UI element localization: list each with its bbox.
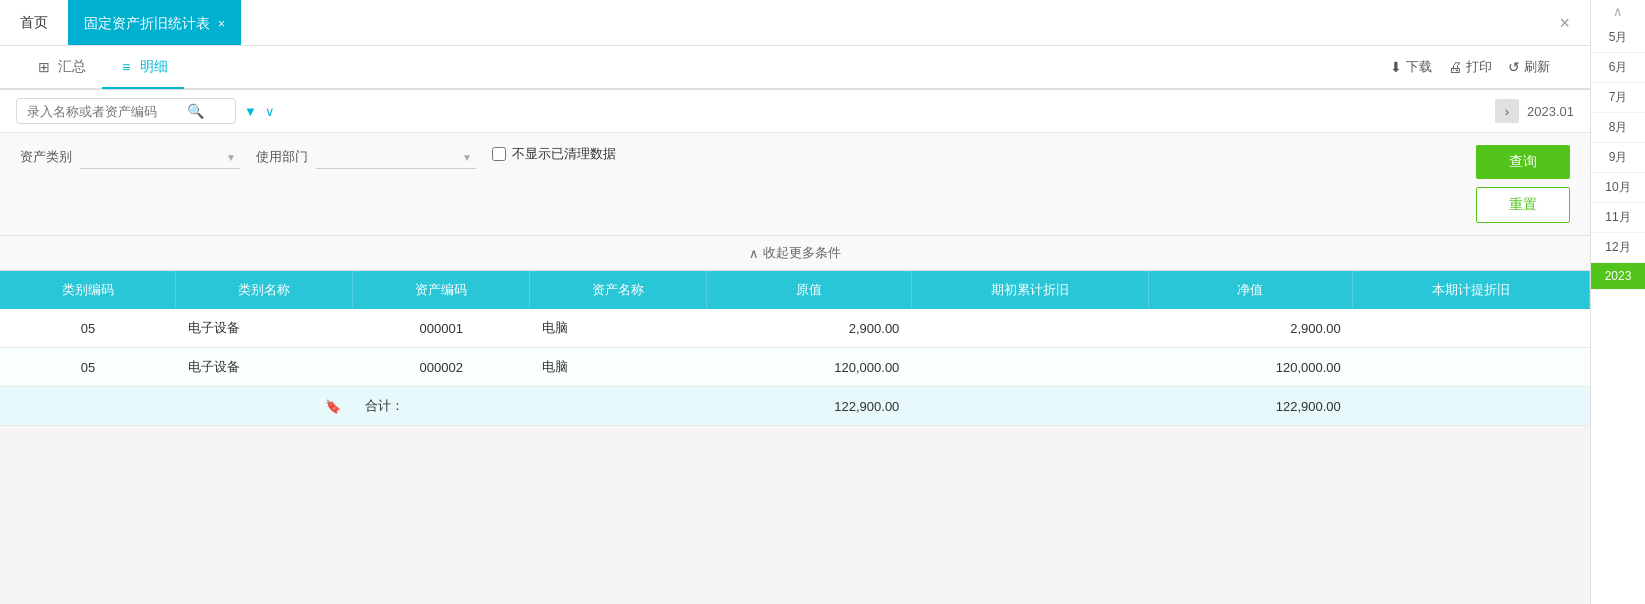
filter-icon: ▼: [244, 104, 257, 119]
total-icon-cell: 🔖: [0, 387, 353, 426]
tab-summary-label: 汇总: [58, 58, 86, 76]
top-nav: 首页 固定资产折旧统计表 × ×: [0, 0, 1590, 46]
download-label: 下载: [1406, 58, 1432, 76]
no-cleared-label: 不显示已清理数据: [512, 145, 616, 163]
summary-icon: ⊞: [36, 59, 52, 75]
sidebar-month-10[interactable]: 10月: [1591, 173, 1645, 203]
department-select[interactable]: [316, 145, 476, 169]
nav-tab-depreciation[interactable]: 固定资产折旧统计表 ×: [68, 0, 241, 45]
no-cleared-group: 不显示已清理数据: [492, 145, 616, 163]
sidebar-month-6[interactable]: 6月: [1591, 53, 1645, 83]
cell-net-1: 2,900.00: [1148, 309, 1353, 348]
right-sidebar: ∧ 5月 6月 7月 8月 9月 10月 11月 12月 2023: [1590, 0, 1645, 604]
col-header-net: 净值: [1148, 271, 1353, 309]
col-header-asset-name: 资产名称: [530, 271, 707, 309]
chevron-down-icon: ∨: [265, 104, 275, 119]
department-filter: 使用部门: [256, 145, 476, 169]
cell-asset-code-2: 000002: [353, 348, 530, 387]
sidebar-month-8[interactable]: 8月: [1591, 113, 1645, 143]
cell-code-1: 05: [0, 309, 176, 348]
sidebar-year-2023[interactable]: 2023: [1591, 263, 1645, 290]
toolbar-right: ⬇ 下载 🖨 打印 ↺ 刷新: [1390, 58, 1570, 76]
refresh-button[interactable]: ↺ 刷新: [1508, 58, 1550, 76]
no-cleared-checkbox[interactable]: [492, 147, 506, 161]
nav-home[interactable]: 首页: [0, 0, 68, 45]
reset-button[interactable]: 重置: [1476, 187, 1570, 223]
depreciation-table: 类别编码 类别名称 资产编码 资产名称 原值 期初累计折旧 净值 本期计提折旧 …: [0, 271, 1590, 426]
asset-type-label: 资产类别: [20, 148, 72, 166]
cell-current-2: [1353, 348, 1590, 387]
sidebar-month-7[interactable]: 7月: [1591, 83, 1645, 113]
table-header-row: 类别编码 类别名称 资产编码 资产名称 原值 期初累计折旧 净值 本期计提折旧: [0, 271, 1590, 309]
col-header-original: 原值: [707, 271, 912, 309]
print-button[interactable]: 🖨 打印: [1448, 58, 1492, 76]
table-row: 05 电子设备 000002 电脑 120,000.00 120,000.00: [0, 348, 1590, 387]
asset-type-filter: 资产类别: [20, 145, 240, 169]
search-icon: 🔍: [187, 103, 204, 119]
cell-accumulated-2: [911, 348, 1148, 387]
nav-tab-label: 固定资产折旧统计表: [84, 15, 210, 33]
filter-buttons: 查询 重置: [1476, 145, 1570, 223]
download-icon: ⬇: [1390, 59, 1402, 75]
col-header-code: 类别编码: [0, 271, 176, 309]
total-current: [1353, 387, 1590, 426]
print-icon: 🖨: [1448, 59, 1462, 75]
search-input-wrap: 🔍: [16, 98, 236, 124]
sidebar-month-12[interactable]: 12月: [1591, 233, 1645, 263]
cell-asset-name-1: 电脑: [530, 309, 707, 348]
refresh-label: 刷新: [1524, 58, 1550, 76]
cell-original-2: 120,000.00: [707, 348, 912, 387]
collapse-label: 收起更多条件: [763, 244, 841, 262]
sec-tabs-bar: ⊞ 汇总 ≡ 明细 ⬇ 下载 🖨 打印 ↺ 刷新: [0, 46, 1590, 90]
total-icon: 🔖: [325, 399, 341, 414]
sidebar-month-11[interactable]: 11月: [1591, 203, 1645, 233]
cell-code-2: 05: [0, 348, 176, 387]
total-original: 122,900.00: [707, 387, 912, 426]
refresh-icon: ↺: [1508, 59, 1520, 75]
tab-detail[interactable]: ≡ 明细: [102, 47, 184, 89]
nav-tab-close-icon[interactable]: ×: [218, 17, 225, 31]
sidebar-month-9[interactable]: 9月: [1591, 143, 1645, 173]
asset-type-select-wrap: [80, 145, 240, 169]
filter-panel: 资产类别 使用部门 不显示已清理数据 查询 重置: [0, 133, 1590, 236]
expand-button[interactable]: ›: [1495, 99, 1519, 123]
cell-asset-code-1: 000001: [353, 309, 530, 348]
collapse-bar[interactable]: ∧ 收起更多条件: [0, 236, 1590, 271]
search-bar: 🔍 ▼ ∨ › 2023.01: [0, 90, 1590, 133]
total-label: 合计：: [353, 387, 707, 426]
table-row: 05 电子设备 000001 电脑 2,900.00 2,900.00: [0, 309, 1590, 348]
tab-summary[interactable]: ⊞ 汇总: [20, 47, 102, 89]
cell-asset-name-2: 电脑: [530, 348, 707, 387]
sidebar-scroll-up[interactable]: ∧: [1613, 0, 1623, 23]
collapse-up-icon: ∧: [749, 246, 759, 261]
tab-detail-label: 明细: [140, 58, 168, 76]
search-input[interactable]: [27, 104, 187, 119]
download-button[interactable]: ⬇ 下载: [1390, 58, 1432, 76]
table-total-row: 🔖 合计： 122,900.00 122,900.00: [0, 387, 1590, 426]
print-label: 打印: [1466, 58, 1492, 76]
cell-net-2: 120,000.00: [1148, 348, 1353, 387]
sidebar-month-5[interactable]: 5月: [1591, 23, 1645, 53]
main-content: 首页 固定资产折旧统计表 × × ⊞ 汇总 ≡ 明细 ⬇ 下载 🖨 打印 ↺: [0, 0, 1590, 426]
table-wrap: 类别编码 类别名称 资产编码 资产名称 原值 期初累计折旧 净值 本期计提折旧 …: [0, 271, 1590, 426]
cell-original-1: 2,900.00: [707, 309, 912, 348]
department-label: 使用部门: [256, 148, 308, 166]
col-header-category: 类别名称: [176, 271, 353, 309]
col-header-current: 本期计提折旧: [1353, 271, 1590, 309]
more-filter-button[interactable]: ▼ ∨: [244, 104, 275, 119]
department-select-wrap: [316, 145, 476, 169]
cell-current-1: [1353, 309, 1590, 348]
asset-type-select[interactable]: [80, 145, 240, 169]
col-header-asset-code: 资产编码: [353, 271, 530, 309]
query-button[interactable]: 查询: [1476, 145, 1570, 179]
date-display: 2023.01: [1527, 104, 1574, 119]
col-header-accumulated: 期初累计折旧: [911, 271, 1148, 309]
total-accumulated: [911, 387, 1148, 426]
cell-category-1: 电子设备: [176, 309, 353, 348]
window-close-button[interactable]: ×: [1559, 12, 1570, 33]
cell-accumulated-1: [911, 309, 1148, 348]
total-net: 122,900.00: [1148, 387, 1353, 426]
detail-icon: ≡: [118, 59, 134, 75]
cell-category-2: 电子设备: [176, 348, 353, 387]
